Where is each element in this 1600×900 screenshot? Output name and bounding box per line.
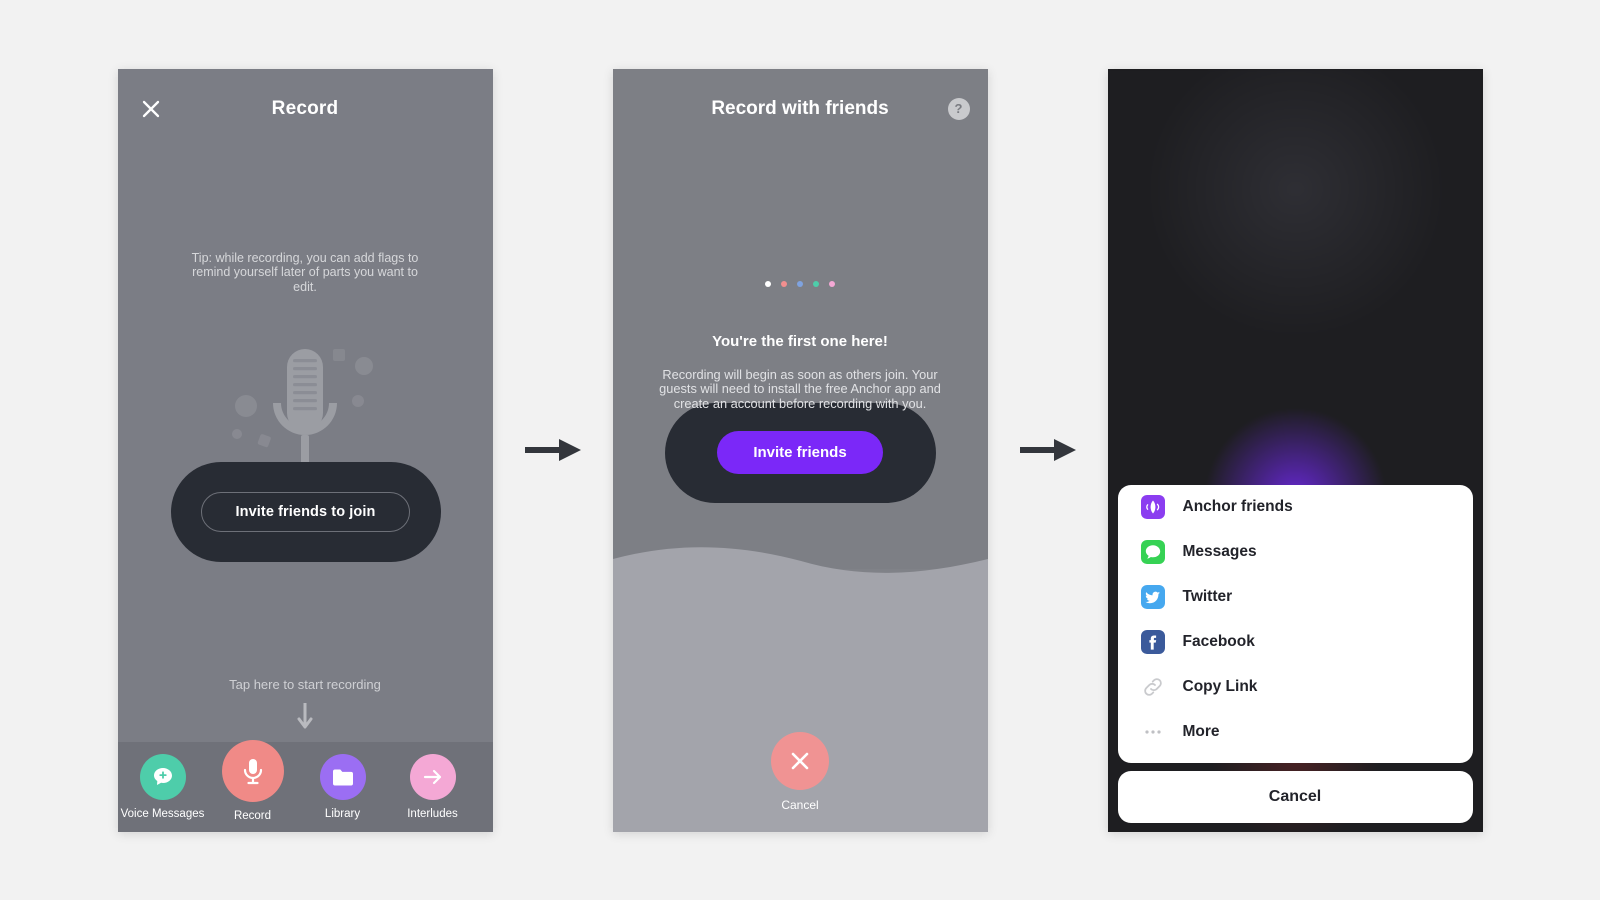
screen1-header: Record <box>118 69 493 149</box>
page-indicator-dots <box>613 280 988 287</box>
tab-record[interactable]: Record <box>208 739 298 822</box>
page-dot[interactable] <box>781 280 787 287</box>
arrow-down-icon <box>297 701 313 738</box>
flow-arrow-2 <box>988 437 1108 463</box>
facebook-app-icon <box>1140 629 1166 655</box>
share-item-anchor-friends[interactable]: Anchor friends <box>1118 485 1473 530</box>
screen2-header: Record with friends ? <box>613 69 988 149</box>
phone-screen-record: Record Tip: while recording, you can add… <box>117 68 493 832</box>
tab-library[interactable]: Library <box>298 753 388 820</box>
share-cancel-button[interactable]: Cancel <box>1117 770 1473 823</box>
voice-message-icon <box>139 753 186 800</box>
tab-voice-messages[interactable]: Voice Messages <box>118 753 208 820</box>
page-dot[interactable] <box>765 280 771 287</box>
page-dot[interactable] <box>813 280 819 287</box>
link-icon <box>1140 674 1166 700</box>
close-icon <box>771 731 829 790</box>
ellipsis-icon <box>1140 719 1166 745</box>
share-item-label: Twitter <box>1182 588 1233 605</box>
tab-interludes[interactable]: Interludes <box>388 753 478 820</box>
share-sheet-list: Anchor friends Messages Twitter Facebook… <box>1117 484 1473 763</box>
tab-label: Voice Messages <box>120 807 205 820</box>
wave-divider <box>612 529 988 589</box>
page-title: Record <box>271 97 339 119</box>
invite-friends-button[interactable]: Invite friends <box>717 431 883 474</box>
share-item-more[interactable]: More <box>1118 710 1473 755</box>
cancel-recording-control[interactable]: Cancel <box>613 731 988 812</box>
invite-friends-card: Invite friends <box>664 402 936 503</box>
page-dot[interactable] <box>797 280 803 287</box>
bottom-tab-bar: Voice Messages Record Library Interludes <box>117 739 493 832</box>
share-item-label: Messages <box>1182 543 1257 560</box>
share-item-twitter[interactable]: Twitter <box>1118 575 1473 620</box>
close-icon[interactable] <box>138 96 164 122</box>
tap-to-record-hint: Tap here to start recording <box>229 676 381 692</box>
screen2-heading: You're the first one here! <box>712 332 888 350</box>
interlude-icon <box>409 753 456 800</box>
microphone-icon <box>221 739 284 802</box>
share-item-label: Copy Link <box>1182 678 1258 695</box>
screen2-body-text: Recording will begin as soon as others j… <box>659 366 941 412</box>
share-item-facebook[interactable]: Facebook <box>1118 620 1473 665</box>
tab-label: Record <box>233 809 272 822</box>
messages-app-icon <box>1140 539 1166 565</box>
phone-screen-record-with-friends: Record with friends ? You're the first o… <box>612 68 988 832</box>
page-dot[interactable] <box>829 280 835 287</box>
folder-icon <box>319 753 366 800</box>
anchor-app-icon <box>1140 494 1166 520</box>
phone-screen-share-sheet: Anchor friends Messages Twitter Facebook… <box>1107 68 1483 832</box>
share-item-label: More <box>1182 723 1220 740</box>
flow-arrow-1 <box>493 437 613 463</box>
question-mark-icon[interactable]: ? <box>947 97 970 120</box>
share-item-copy-link[interactable]: Copy Link <box>1118 665 1473 710</box>
cancel-label: Cancel <box>781 797 819 812</box>
invite-friends-to-join-button[interactable]: Invite friends to join <box>200 491 411 532</box>
share-item-messages[interactable]: Messages <box>1118 530 1473 575</box>
share-item-label: Facebook <box>1182 633 1255 650</box>
page-title: Record with friends <box>711 97 889 119</box>
tab-label: Interludes <box>407 807 458 820</box>
twitter-app-icon <box>1140 584 1166 610</box>
screens-flow: Record Tip: while recording, you can add… <box>0 0 1600 900</box>
invite-friends-card: Invite friends to join <box>170 461 441 562</box>
share-item-label: Anchor friends <box>1182 498 1293 515</box>
tab-label: Library <box>324 807 361 820</box>
recording-tip-text: Tip: while recording, you can add flags … <box>191 250 419 295</box>
